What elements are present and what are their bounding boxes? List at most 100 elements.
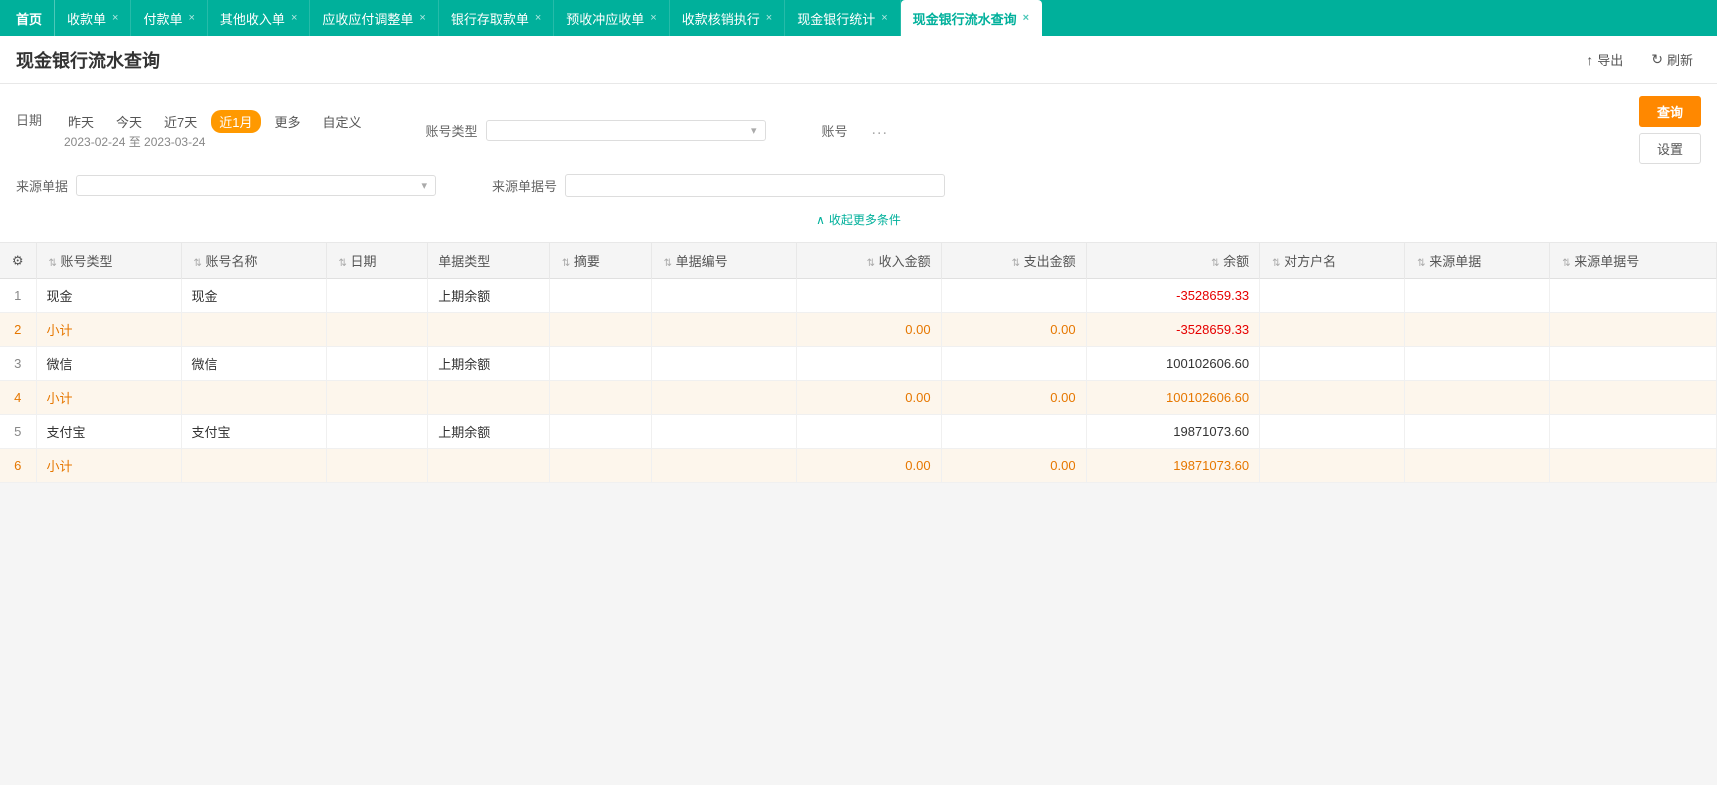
account-type-select[interactable]: ▾ (486, 120, 766, 141)
nav-tab-yinhangcunqukuan[interactable]: 银行存取款单 × (439, 0, 554, 36)
cell-doc-type: 上期余额 (428, 415, 550, 449)
source-doc-no-input[interactable] (565, 174, 945, 197)
row-number: 5 (0, 415, 36, 449)
shortcut-custom[interactable]: 自定义 (315, 110, 370, 133)
col-doc-type[interactable]: 单据类型 (428, 243, 550, 279)
table-row: 1现金现金上期余额-3528659.33 (0, 279, 1717, 313)
col-gear[interactable]: ⚙ (0, 243, 36, 279)
table-row: 5支付宝支付宝上期余额19871073.60 (0, 415, 1717, 449)
page-header: 现金银行流水查询 ↑ 导出 ↻ 刷新 (0, 36, 1717, 84)
refresh-button[interactable]: ↻ 刷新 (1643, 46, 1701, 73)
shortcut-1month[interactable]: 近1月 (211, 110, 260, 133)
cell-account-name: 现金 (181, 279, 326, 313)
cell-account-type: 小计 (36, 313, 181, 347)
nav-tab-fukuandan[interactable]: 付款单 × (131, 0, 207, 36)
shortcut-more[interactable]: 更多 (267, 110, 309, 133)
nav-tab-yushou[interactable]: 预收冲应收单 × (554, 0, 669, 36)
cell-expense: 0.00 (941, 449, 1086, 483)
close-icon[interactable]: × (112, 12, 118, 24)
source-doc-no-label: 来源单据号 (492, 176, 557, 195)
nav-tab-shoukuandan[interactable]: 收款单 × (55, 0, 131, 36)
gear-icon[interactable]: ⚙ (12, 253, 24, 268)
table-header-row: ⚙ ⇅ 账号类型 ⇅ 账号名称 ⇅ 日期 单据类型 ⇅ (0, 243, 1717, 279)
sort-icon: ⇅ (1012, 258, 1020, 269)
cell-account-type: 支付宝 (36, 415, 181, 449)
cell-balance: 100102606.60 (1086, 381, 1260, 415)
col-source-doc-no[interactable]: ⇅ 来源单据号 (1550, 243, 1717, 279)
source-doc-select[interactable]: ▾ (76, 175, 436, 196)
cell-source-doc (1405, 381, 1550, 415)
cell-summary (549, 347, 651, 381)
cell-income (796, 279, 941, 313)
cell-doc-no (651, 279, 796, 313)
cell-expense: 0.00 (941, 381, 1086, 415)
cell-doc-no (651, 415, 796, 449)
account-dots[interactable]: ... (866, 118, 894, 142)
col-balance[interactable]: ⇅ 余额 (1086, 243, 1260, 279)
sort-icon: ⇅ (1562, 258, 1570, 269)
collapse-bar[interactable]: ∧ 收起更多条件 (16, 207, 1701, 230)
cell-source-doc-no (1550, 381, 1717, 415)
action-buttons: 查询 设置 (1639, 96, 1701, 164)
sort-icon: ⇅ (1417, 258, 1425, 269)
close-icon[interactable]: × (535, 12, 541, 24)
top-nav: 首页 收款单 × 付款单 × 其他收入单 × 应收应付调整单 × 银行存取款单 … (0, 0, 1717, 36)
cell-doc-type: 上期余额 (428, 347, 550, 381)
cell-date (326, 381, 428, 415)
nav-tab-qitashouru[interactable]: 其他收入单 × (208, 0, 310, 36)
col-source-doc[interactable]: ⇅ 来源单据 (1405, 243, 1550, 279)
cell-source-doc (1405, 347, 1550, 381)
cell-source-doc (1405, 415, 1550, 449)
chevron-up-icon: ∧ (816, 213, 825, 227)
cell-summary (549, 449, 651, 483)
cell-summary (549, 279, 651, 313)
close-icon[interactable]: × (1023, 12, 1029, 24)
close-icon[interactable]: × (419, 12, 425, 24)
col-account-name[interactable]: ⇅ 账号名称 (181, 243, 326, 279)
cell-doc-no (651, 449, 796, 483)
settings-button[interactable]: 设置 (1639, 133, 1701, 164)
query-button[interactable]: 查询 (1639, 96, 1701, 127)
col-income[interactable]: ⇅ 收入金额 (796, 243, 941, 279)
cell-expense (941, 347, 1086, 381)
close-icon[interactable]: × (881, 12, 887, 24)
nav-tab-yingshoutiaozheng[interactable]: 应收应付调整单 × (310, 0, 438, 36)
cell-source-doc-no (1550, 415, 1717, 449)
col-account-type[interactable]: ⇅ 账号类型 (36, 243, 181, 279)
sort-icon: ⇅ (339, 258, 347, 269)
sort-icon: ⇅ (664, 258, 672, 269)
cell-income (796, 415, 941, 449)
shortcut-today[interactable]: 今天 (108, 110, 150, 133)
nav-tab-liushui[interactable]: 现金银行流水查询 × (901, 0, 1042, 36)
cell-date (326, 313, 428, 347)
table-body: 1现金现金上期余额-3528659.332小计0.000.00-3528659.… (0, 279, 1717, 483)
col-counterparty[interactable]: ⇅ 对方户名 (1260, 243, 1405, 279)
export-button[interactable]: ↑ 导出 (1578, 46, 1631, 73)
sort-icon: ⇅ (194, 258, 202, 269)
row-number: 6 (0, 449, 36, 483)
cell-doc-no (651, 347, 796, 381)
col-doc-no[interactable]: ⇅ 单据编号 (651, 243, 796, 279)
close-icon[interactable]: × (766, 12, 772, 24)
refresh-icon: ↻ (1651, 51, 1663, 68)
cell-account-name (181, 313, 326, 347)
date-range-text: 2023-02-24 至 2023-03-24 (64, 133, 370, 150)
nav-tab-tongji[interactable]: 现金银行统计 × (785, 0, 900, 36)
shortcut-yesterday[interactable]: 昨天 (60, 110, 102, 133)
col-expense[interactable]: ⇅ 支出金额 (941, 243, 1086, 279)
col-summary[interactable]: ⇅ 摘要 (549, 243, 651, 279)
sort-icon: ⇅ (1272, 258, 1280, 269)
sort-icon: ⇅ (1211, 258, 1219, 269)
col-date[interactable]: ⇅ 日期 (326, 243, 428, 279)
close-icon[interactable]: × (188, 12, 194, 24)
cell-doc-no (651, 381, 796, 415)
close-icon[interactable]: × (291, 12, 297, 24)
cell-account-name: 支付宝 (181, 415, 326, 449)
close-icon[interactable]: × (650, 12, 656, 24)
cell-expense: 0.00 (941, 313, 1086, 347)
nav-home[interactable]: 首页 (4, 0, 55, 36)
shortcut-7days[interactable]: 近7天 (156, 110, 205, 133)
cell-account-type: 小计 (36, 381, 181, 415)
nav-tab-shoukuanhexiao[interactable]: 收款核销执行 × (670, 0, 785, 36)
table-container: ⚙ ⇅ 账号类型 ⇅ 账号名称 ⇅ 日期 单据类型 ⇅ (0, 243, 1717, 483)
